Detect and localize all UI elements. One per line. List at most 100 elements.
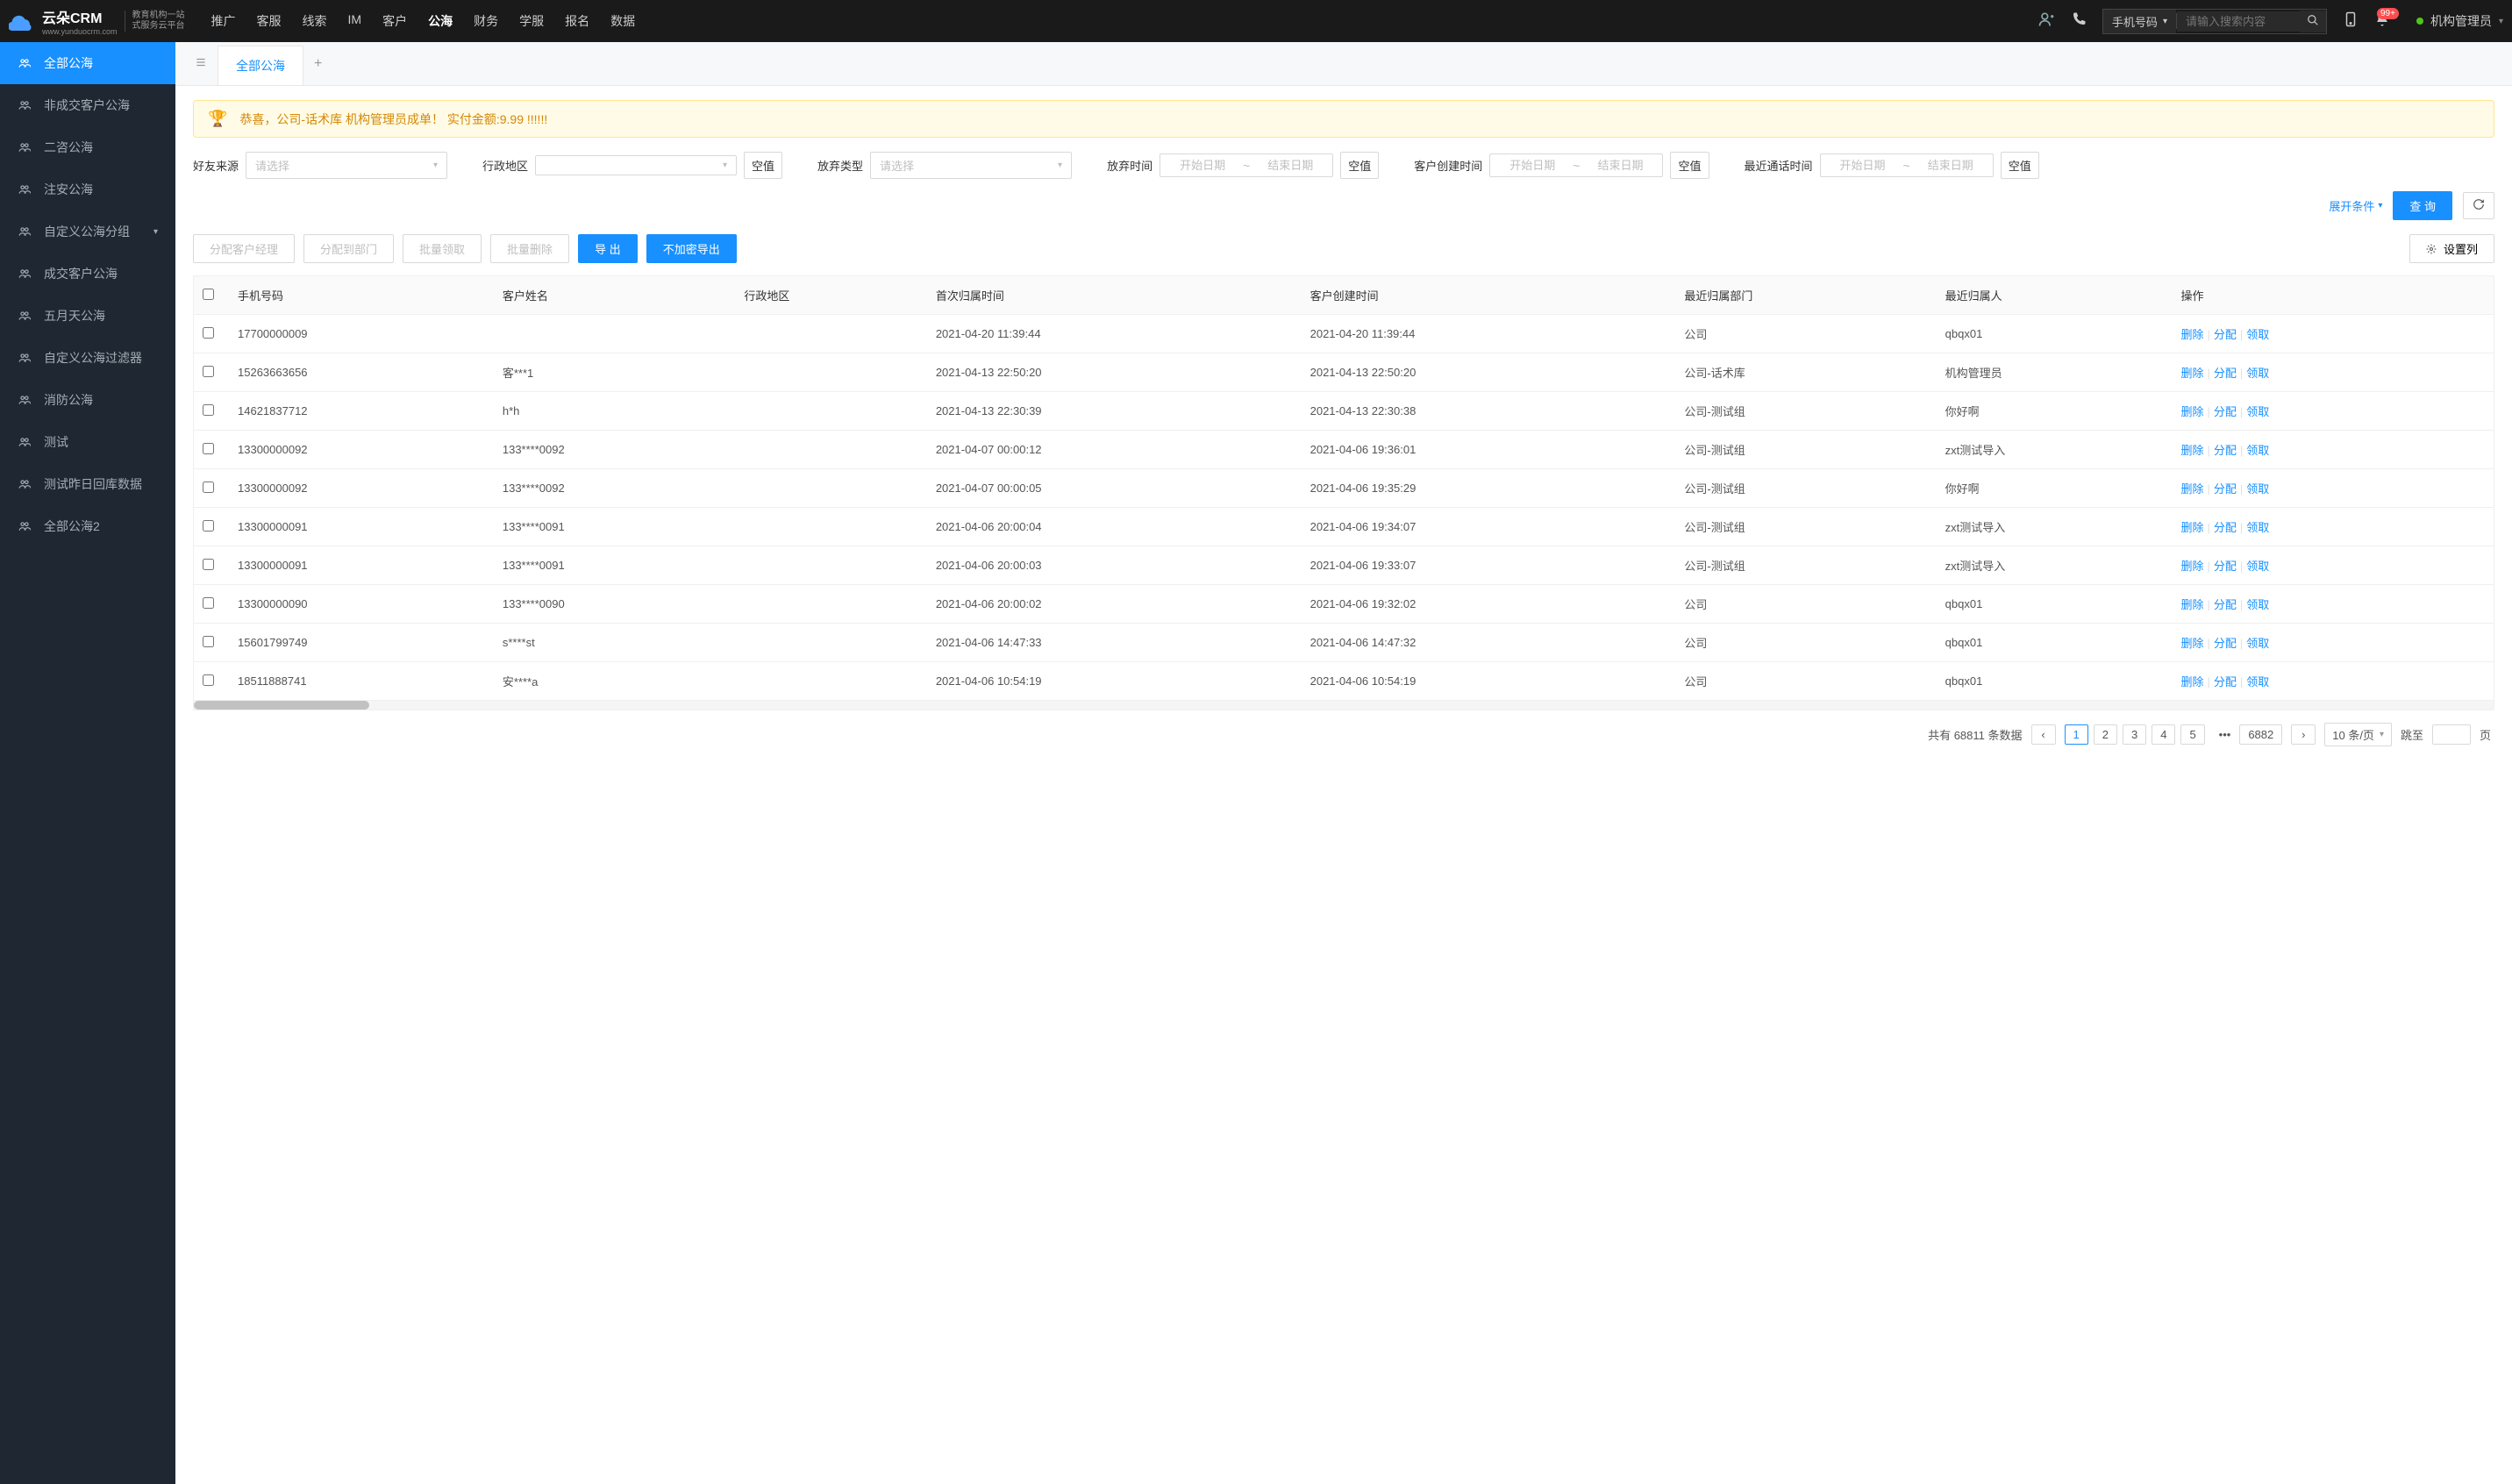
row-checkbox[interactable] bbox=[203, 559, 214, 570]
create-time-null-button[interactable]: 空值 bbox=[1670, 152, 1709, 179]
top-nav-item[interactable]: IM bbox=[348, 9, 362, 33]
user-menu[interactable]: 机构管理员 ▾ bbox=[2416, 12, 2503, 30]
claim-link[interactable]: 领取 bbox=[2246, 560, 2269, 573]
assign-manager-button[interactable]: 分配客户经理 bbox=[193, 234, 295, 263]
delete-link[interactable]: 删除 bbox=[2180, 560, 2203, 573]
tabs-collapse-icon[interactable] bbox=[184, 47, 218, 80]
sidebar-item[interactable]: 非成交客户公海 bbox=[0, 84, 175, 126]
assign-link[interactable]: 分配 bbox=[2214, 405, 2237, 418]
batch-delete-button[interactable]: 批量删除 bbox=[490, 234, 569, 263]
top-nav-item[interactable]: 线索 bbox=[303, 9, 327, 33]
sidebar-item[interactable]: 成交客户公海 bbox=[0, 253, 175, 295]
row-checkbox[interactable] bbox=[203, 482, 214, 493]
create-time-range[interactable]: ~ bbox=[1489, 153, 1663, 177]
top-nav-item[interactable]: 数据 bbox=[610, 9, 635, 33]
bell-icon[interactable]: 99+ bbox=[2374, 11, 2390, 32]
abandon-start-input[interactable] bbox=[1167, 154, 1238, 176]
export-plain-button[interactable]: 不加密导出 bbox=[646, 234, 737, 263]
claim-link[interactable]: 领取 bbox=[2246, 444, 2269, 457]
page-number-button[interactable]: 1 bbox=[2065, 724, 2088, 745]
delete-link[interactable]: 删除 bbox=[2180, 328, 2203, 341]
sidebar-item[interactable]: 自定义公海过滤器 bbox=[0, 337, 175, 379]
search-input[interactable] bbox=[2177, 11, 2300, 32]
row-checkbox[interactable] bbox=[203, 674, 214, 686]
row-checkbox[interactable] bbox=[203, 636, 214, 647]
search-type-select[interactable]: 手机号码 ▾ bbox=[2103, 10, 2176, 33]
claim-link[interactable]: 领取 bbox=[2246, 675, 2269, 688]
row-checkbox[interactable] bbox=[203, 520, 214, 532]
delete-link[interactable]: 删除 bbox=[2180, 521, 2203, 534]
select-all-checkbox[interactable] bbox=[203, 289, 214, 300]
expand-filters-button[interactable]: 展开条件▾ bbox=[2329, 197, 2382, 214]
prev-page-button[interactable]: ‹ bbox=[2031, 724, 2056, 745]
abandon-time-null-button[interactable]: 空值 bbox=[1340, 152, 1379, 179]
tab-add-button[interactable]: + bbox=[303, 46, 332, 82]
claim-link[interactable]: 领取 bbox=[2246, 521, 2269, 534]
claim-link[interactable]: 领取 bbox=[2246, 405, 2269, 418]
assign-link[interactable]: 分配 bbox=[2214, 521, 2237, 534]
sidebar-item[interactable]: 自定义公海分组▾ bbox=[0, 210, 175, 253]
claim-link[interactable]: 领取 bbox=[2246, 367, 2269, 380]
assign-link[interactable]: 分配 bbox=[2214, 560, 2237, 573]
sidebar-item[interactable]: 二咨公海 bbox=[0, 126, 175, 168]
delete-link[interactable]: 删除 bbox=[2180, 405, 2203, 418]
row-checkbox[interactable] bbox=[203, 327, 214, 339]
last-call-start-input[interactable] bbox=[1828, 154, 1898, 176]
source-select[interactable]: 请选择▾ bbox=[246, 152, 447, 179]
claim-link[interactable]: 领取 bbox=[2246, 598, 2269, 611]
sidebar-item[interactable]: 五月天公海 bbox=[0, 295, 175, 337]
assign-link[interactable]: 分配 bbox=[2214, 444, 2237, 457]
assign-link[interactable]: 分配 bbox=[2214, 598, 2237, 611]
delete-link[interactable]: 删除 bbox=[2180, 675, 2203, 688]
horizontal-scrollbar[interactable] bbox=[194, 701, 2494, 710]
sidebar-item[interactable]: 全部公海2 bbox=[0, 505, 175, 547]
create-start-input[interactable] bbox=[1497, 154, 1567, 176]
claim-link[interactable]: 领取 bbox=[2246, 328, 2269, 341]
sidebar-item[interactable]: 测试昨日回库数据 bbox=[0, 463, 175, 505]
top-nav-item[interactable]: 推广 bbox=[211, 9, 236, 33]
assign-link[interactable]: 分配 bbox=[2214, 328, 2237, 341]
row-checkbox[interactable] bbox=[203, 366, 214, 377]
page-number-button[interactable]: 3 bbox=[2123, 724, 2146, 745]
scrollbar-thumb[interactable] bbox=[194, 701, 369, 710]
delete-link[interactable]: 删除 bbox=[2180, 482, 2203, 496]
abandon-time-range[interactable]: ~ bbox=[1160, 153, 1333, 177]
page-number-button[interactable]: 2 bbox=[2094, 724, 2117, 745]
jump-input[interactable] bbox=[2432, 724, 2471, 745]
logo[interactable]: 云朵CRM www.yunduocrm.com 教育机构一站 式服务云平台 bbox=[9, 6, 185, 36]
sidebar-item[interactable]: 全部公海 bbox=[0, 42, 175, 84]
top-nav-item[interactable]: 客户 bbox=[382, 9, 407, 33]
add-user-icon[interactable] bbox=[2037, 11, 2055, 32]
last-call-range[interactable]: ~ bbox=[1820, 153, 1994, 177]
abandon-type-select[interactable]: 请选择▾ bbox=[870, 152, 1072, 179]
top-nav-item[interactable]: 公海 bbox=[428, 9, 453, 33]
region-null-button[interactable]: 空值 bbox=[744, 152, 782, 179]
claim-link[interactable]: 领取 bbox=[2246, 637, 2269, 650]
columns-button[interactable]: 设置列 bbox=[2409, 234, 2494, 263]
mobile-icon[interactable] bbox=[2343, 11, 2359, 32]
top-nav-item[interactable]: 客服 bbox=[257, 9, 282, 33]
tab-all-public[interactable]: 全部公海 bbox=[218, 46, 303, 85]
page-number-button[interactable]: 5 bbox=[2180, 724, 2204, 745]
assign-link[interactable]: 分配 bbox=[2214, 367, 2237, 380]
page-size-select[interactable]: 10 条/页▾ bbox=[2324, 723, 2392, 746]
refresh-button[interactable] bbox=[2463, 192, 2494, 219]
row-checkbox[interactable] bbox=[203, 443, 214, 454]
last-page-button[interactable]: 6882 bbox=[2239, 724, 2282, 745]
create-end-input[interactable] bbox=[1585, 154, 1655, 176]
top-nav-item[interactable]: 财务 bbox=[474, 9, 498, 33]
batch-claim-button[interactable]: 批量领取 bbox=[403, 234, 482, 263]
delete-link[interactable]: 删除 bbox=[2180, 367, 2203, 380]
sidebar-item[interactable]: 注安公海 bbox=[0, 168, 175, 210]
last-call-end-input[interactable] bbox=[1916, 154, 1986, 176]
row-checkbox[interactable] bbox=[203, 404, 214, 416]
assign-link[interactable]: 分配 bbox=[2214, 637, 2237, 650]
phone-icon[interactable] bbox=[2071, 11, 2087, 32]
delete-link[interactable]: 删除 bbox=[2180, 598, 2203, 611]
row-checkbox[interactable] bbox=[203, 597, 214, 609]
export-button[interactable]: 导 出 bbox=[578, 234, 638, 263]
next-page-button[interactable]: › bbox=[2291, 724, 2316, 745]
region-select[interactable]: ▾ bbox=[535, 155, 737, 175]
abandon-end-input[interactable] bbox=[1255, 154, 1325, 176]
search-button[interactable] bbox=[2300, 11, 2326, 32]
